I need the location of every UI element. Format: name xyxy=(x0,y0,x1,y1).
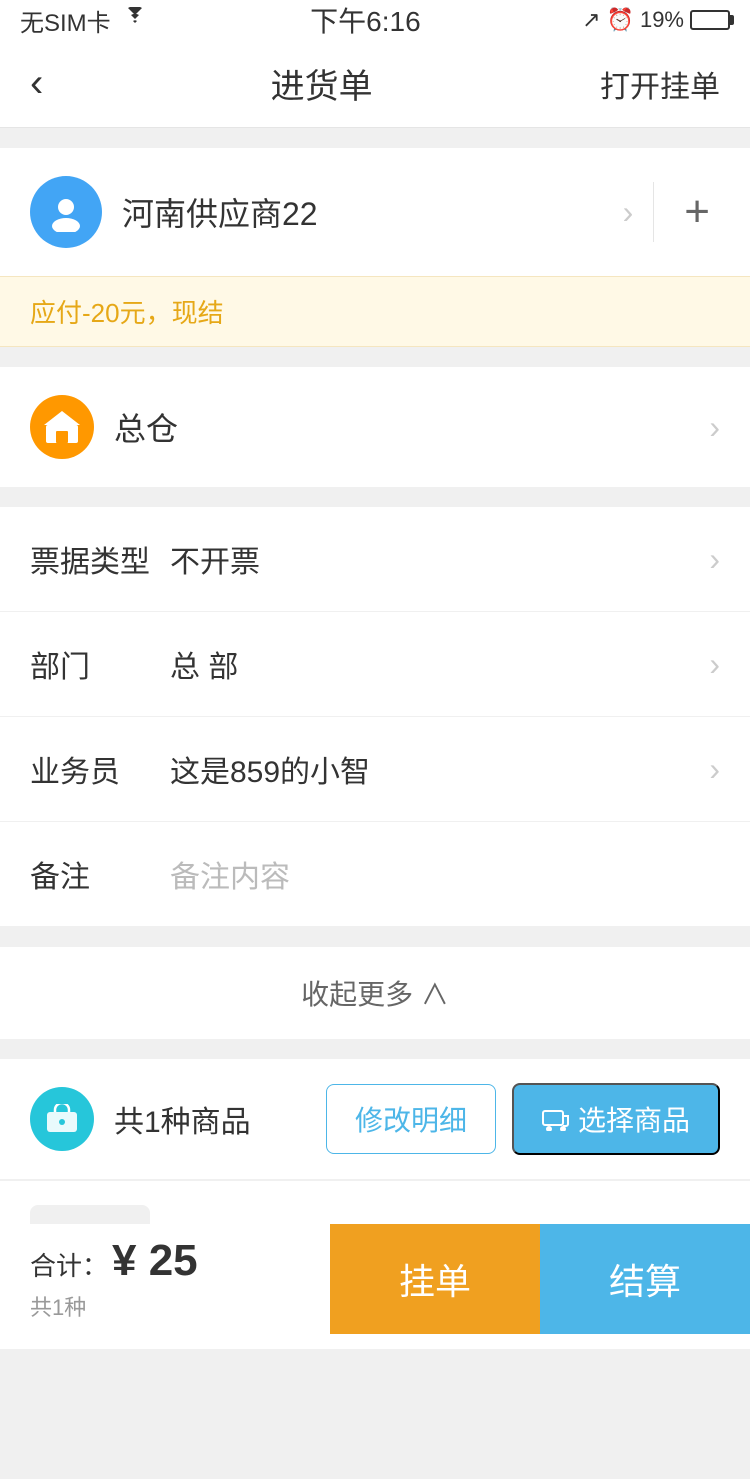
wifi-icon xyxy=(121,6,149,34)
product-section-icon xyxy=(30,1087,94,1151)
carrier-label: 无SIM卡 xyxy=(20,3,111,38)
status-right: ↗ ⏰ 19% xyxy=(582,7,730,33)
staff-row[interactable]: 业务员 这是859的小智 › xyxy=(0,717,750,822)
status-time: 下午6:16 xyxy=(310,0,421,40)
supplier-chevron-icon: › xyxy=(623,194,634,231)
ticket-type-value: 不开票 xyxy=(150,537,699,581)
total-count: 共1种 xyxy=(30,1290,300,1322)
warehouse-row[interactable]: 总仓 › xyxy=(0,367,750,487)
dept-chevron-icon: › xyxy=(709,646,720,683)
supplier-notice: 应付-20元，现结 xyxy=(0,276,750,347)
select-product-label: 选择商品 xyxy=(578,1099,690,1139)
supplier-divider xyxy=(653,182,654,242)
remark-input[interactable]: 备注内容 xyxy=(150,852,720,896)
remark-row[interactable]: 备注 备注内容 xyxy=(0,822,750,926)
checkout-button[interactable]: 结算 xyxy=(540,1224,750,1334)
battery-percent: 19% xyxy=(640,7,684,33)
warehouse-section: 总仓 › xyxy=(0,367,750,487)
warehouse-icon xyxy=(30,395,94,459)
supplier-row[interactable]: 河南供应商22 › + xyxy=(0,148,750,276)
total-amount: ¥ 25 xyxy=(112,1236,198,1286)
page-title: 进货单 xyxy=(271,59,373,108)
product-header: 共1种商品 修改明细 选择商品 xyxy=(0,1059,750,1179)
supplier-name: 河南供应商22 xyxy=(122,189,613,235)
supplier-avatar xyxy=(30,176,102,248)
product-count-label: 共1种商品 xyxy=(114,1097,326,1141)
form-section: 票据类型 不开票 › 部门 总 部 › 业务员 这是859的小智 › 备注 备注… xyxy=(0,507,750,926)
collapse-label: 收起更多 ∧ xyxy=(301,979,449,1010)
add-supplier-button[interactable]: + xyxy=(674,187,720,237)
total-section: 合计： ¥ 25 共1种 xyxy=(0,1224,330,1334)
location-icon: ↗ xyxy=(582,7,600,33)
back-button[interactable]: ‹ xyxy=(30,61,43,106)
status-left: 无SIM卡 xyxy=(20,3,149,38)
status-bar: 无SIM卡 下午6:16 ↗ ⏰ 19% xyxy=(0,0,750,40)
bottom-bar: 合计： ¥ 25 共1种 挂单 结算 xyxy=(0,1224,750,1334)
staff-label: 业务员 xyxy=(30,747,150,791)
total-label: 合计： xyxy=(30,1246,108,1283)
ticket-type-row[interactable]: 票据类型 不开票 › xyxy=(0,507,750,612)
warehouse-name: 总仓 xyxy=(114,404,699,450)
hang-button[interactable]: 挂单 xyxy=(330,1224,540,1334)
staff-value: 这是859的小智 xyxy=(150,747,699,791)
dept-label: 部门 xyxy=(30,642,150,686)
warehouse-chevron-icon: › xyxy=(709,409,720,446)
supplier-section: 河南供应商22 › + 应付-20元，现结 xyxy=(0,148,750,347)
open-hang-button[interactable]: 打开挂单 xyxy=(600,62,720,106)
nav-bar: ‹ 进货单 打开挂单 xyxy=(0,40,750,128)
modify-detail-button[interactable]: 修改明细 xyxy=(326,1084,496,1154)
dept-value: 总 部 xyxy=(150,642,699,686)
staff-chevron-icon: › xyxy=(709,751,720,788)
select-product-button[interactable]: 选择商品 xyxy=(512,1083,720,1155)
ticket-type-chevron-icon: › xyxy=(709,541,720,578)
dept-row[interactable]: 部门 总 部 › xyxy=(0,612,750,717)
remark-label: 备注 xyxy=(30,852,150,896)
collapse-button[interactable]: 收起更多 ∧ xyxy=(0,946,750,1039)
battery-icon xyxy=(690,10,730,30)
ticket-type-label: 票据类型 xyxy=(30,537,150,581)
alarm-icon: ⏰ xyxy=(607,7,634,33)
